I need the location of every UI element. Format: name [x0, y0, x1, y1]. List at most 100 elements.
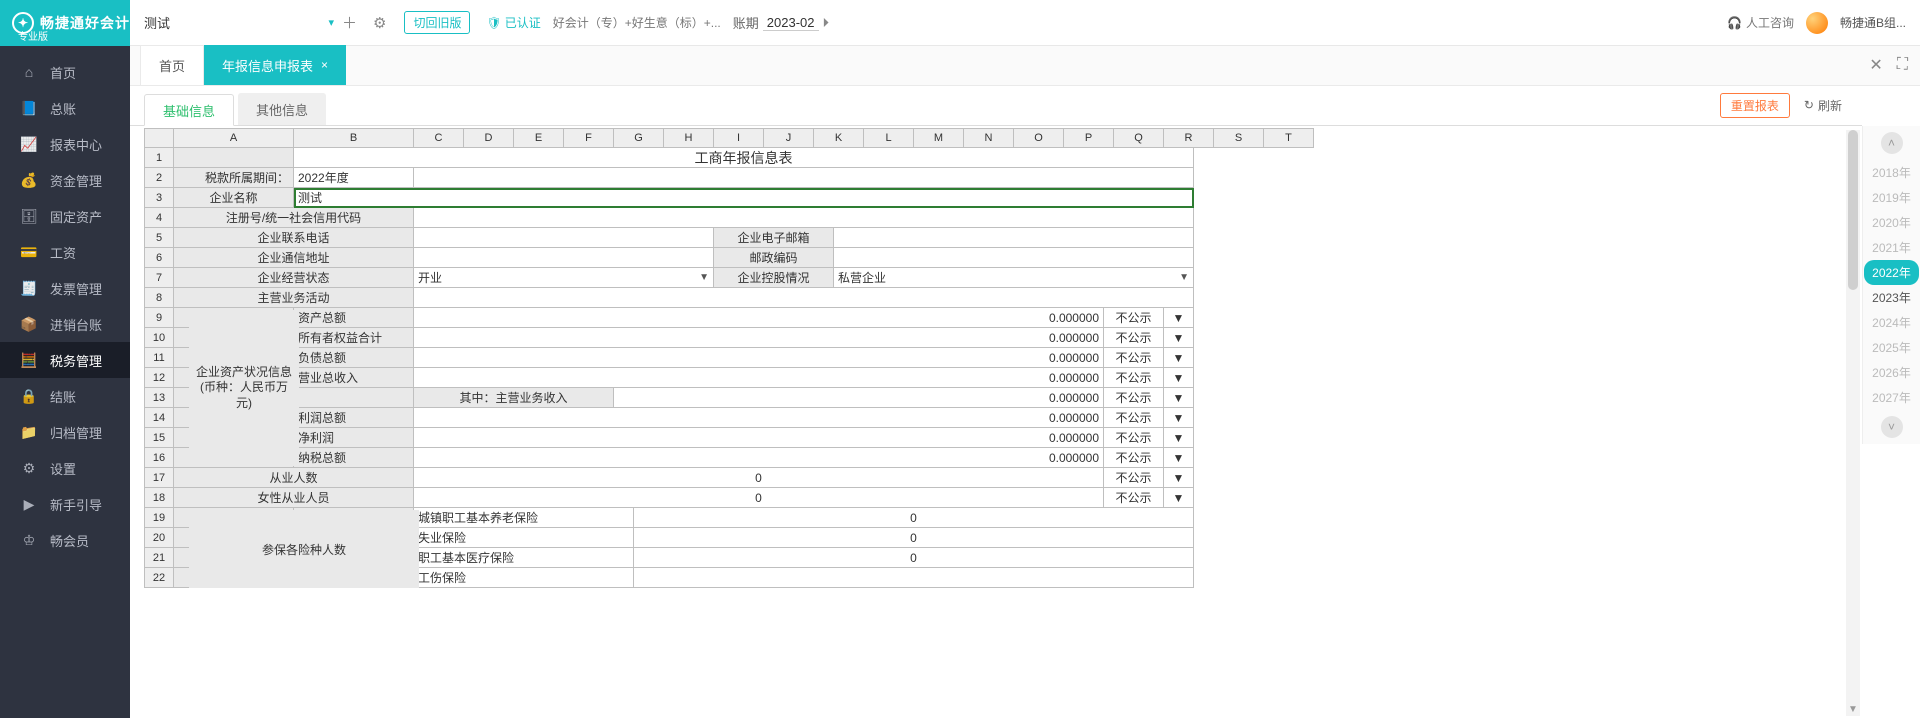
value-cell[interactable]: 0	[414, 488, 1104, 508]
subtab-other[interactable]: 其他信息	[238, 93, 326, 125]
sidebar-item-2[interactable]: 📈报表中心	[0, 126, 130, 162]
rownum[interactable]: 21	[144, 548, 174, 568]
value-cell[interactable]: 0.000000	[414, 328, 1104, 348]
sidebar-item-1[interactable]: 📘总账	[0, 90, 130, 126]
sidebar-item-9[interactable]: 🔒结账	[0, 378, 130, 414]
col-M[interactable]: M	[914, 128, 964, 148]
dropdown-icon[interactable]: ▼	[1164, 348, 1194, 368]
rownum[interactable]: 16	[144, 448, 174, 468]
value-cell[interactable]: 0.000000	[614, 388, 1104, 408]
value-cell[interactable]: 0	[634, 548, 1194, 568]
rownum[interactable]: 7	[144, 268, 174, 288]
gear-icon[interactable]: ⚙	[373, 14, 386, 32]
tab-annual-report[interactable]: 年报信息申报表 ×	[204, 45, 346, 85]
rownum[interactable]: 19	[144, 508, 174, 528]
rownum[interactable]: 18	[144, 488, 174, 508]
sidebar-item-5[interactable]: 💳工资	[0, 234, 130, 270]
rownum[interactable]: 9	[144, 308, 174, 328]
col-I[interactable]: I	[714, 128, 764, 148]
holding-select[interactable]: 私营企业▼	[834, 268, 1194, 288]
scroll-thumb[interactable]	[1848, 130, 1858, 290]
tax-period-value[interactable]: 2022年度	[294, 168, 414, 188]
certified-badge[interactable]: 已认证	[486, 14, 540, 31]
sidebar-item-0[interactable]: ⌂首页	[0, 54, 130, 90]
sidebar-item-8[interactable]: 🧮税务管理	[0, 342, 130, 378]
cell[interactable]	[414, 168, 1194, 188]
dropdown-icon[interactable]: ▼	[1164, 328, 1194, 348]
cell[interactable]	[414, 228, 714, 248]
sidebar-item-3[interactable]: 💰资金管理	[0, 162, 130, 198]
rownum[interactable]: 15	[144, 428, 174, 448]
dropdown-icon[interactable]: ▼	[1164, 388, 1194, 408]
rownum[interactable]: 3	[144, 188, 174, 208]
sidebar-item-6[interactable]: 🧾发票管理	[0, 270, 130, 306]
rownum[interactable]: 6	[144, 248, 174, 268]
col-L[interactable]: L	[864, 128, 914, 148]
rownum[interactable]: 20	[144, 528, 174, 548]
refresh-button[interactable]: ↻刷新	[1804, 97, 1842, 114]
cell[interactable]	[174, 148, 294, 168]
period-go-icon[interactable]: ⏵	[823, 15, 830, 31]
value-cell[interactable]: 0	[634, 508, 1194, 528]
reset-report-button[interactable]: 重置报表	[1720, 93, 1790, 118]
rownum[interactable]: 14	[144, 408, 174, 428]
col-A[interactable]: A	[174, 128, 294, 148]
col-H[interactable]: H	[664, 128, 714, 148]
cell[interactable]	[414, 288, 1194, 308]
col-R[interactable]: R	[1164, 128, 1214, 148]
value-cell[interactable]: 0	[634, 528, 1194, 548]
fullscreen-icon[interactable]: ⛶	[1897, 56, 1908, 74]
sheet-corner[interactable]	[144, 128, 174, 148]
value-cell[interactable]	[634, 568, 1194, 588]
subtab-basic[interactable]: 基础信息	[144, 94, 234, 126]
dropdown-icon[interactable]: ▼	[1164, 468, 1194, 488]
close-icon[interactable]: ×	[321, 58, 328, 72]
dropdown-icon[interactable]: ▼	[1164, 308, 1194, 328]
biz-status-select[interactable]: 开业▼	[414, 268, 714, 288]
rownum[interactable]: 17	[144, 468, 174, 488]
value-cell[interactable]: 0.000000	[414, 408, 1104, 428]
dropdown-icon[interactable]: ▼	[1164, 428, 1194, 448]
col-D[interactable]: D	[464, 128, 514, 148]
year-2022年[interactable]: 2022年	[1864, 260, 1919, 285]
dropdown-icon[interactable]: ▼	[1164, 488, 1194, 508]
col-J[interactable]: J	[764, 128, 814, 148]
col-O[interactable]: O	[1014, 128, 1064, 148]
sidebar-item-4[interactable]: 🗄固定资产	[0, 198, 130, 234]
org-selector[interactable]: 测试 ▾	[144, 13, 334, 32]
cell[interactable]	[414, 248, 714, 268]
year-up-icon[interactable]: ˄	[1881, 132, 1903, 154]
year-2023年[interactable]: 2023年	[1864, 285, 1919, 310]
rownum[interactable]: 10	[144, 328, 174, 348]
cell[interactable]	[834, 248, 1194, 268]
dropdown-icon[interactable]: ▼	[1164, 448, 1194, 468]
sidebar-item-13[interactable]: ♔畅会员	[0, 522, 130, 558]
scroll-down-icon[interactable]: ▼	[1846, 702, 1860, 716]
col-C[interactable]: C	[414, 128, 464, 148]
spreadsheet[interactable]: ABCDEFGHIJKLMNOPQRST 1工商年报信息表2税款所属期间：202…	[144, 128, 1852, 718]
tab-close-all-icon[interactable]: ✕	[1869, 55, 1882, 75]
col-T[interactable]: T	[1264, 128, 1314, 148]
cell[interactable]	[834, 228, 1194, 248]
value-cell[interactable]: 0.000000	[414, 348, 1104, 368]
dropdown-icon[interactable]: ▼	[1164, 408, 1194, 428]
col-G[interactable]: G	[614, 128, 664, 148]
rownum[interactable]: 11	[144, 348, 174, 368]
value-cell[interactable]: 0.000000	[414, 428, 1104, 448]
col-P[interactable]: P	[1064, 128, 1114, 148]
rownum[interactable]: 2	[144, 168, 174, 188]
rownum[interactable]: 13	[144, 388, 174, 408]
rownum[interactable]: 4	[144, 208, 174, 228]
rownum[interactable]: 22	[144, 568, 174, 588]
col-Q[interactable]: Q	[1114, 128, 1164, 148]
company-name-input[interactable]: 测试	[294, 188, 1194, 208]
sidebar-item-11[interactable]: ⚙设置	[0, 450, 130, 486]
col-S[interactable]: S	[1214, 128, 1264, 148]
value-cell[interactable]: 0.000000	[414, 448, 1104, 468]
col-B[interactable]: B	[294, 128, 414, 148]
support-link[interactable]: 🎧人工咨询	[1727, 14, 1794, 31]
cell[interactable]	[414, 208, 1194, 228]
col-K[interactable]: K	[814, 128, 864, 148]
sidebar-item-12[interactable]: ▶新手引导	[0, 486, 130, 522]
sidebar-item-10[interactable]: 📁归档管理	[0, 414, 130, 450]
